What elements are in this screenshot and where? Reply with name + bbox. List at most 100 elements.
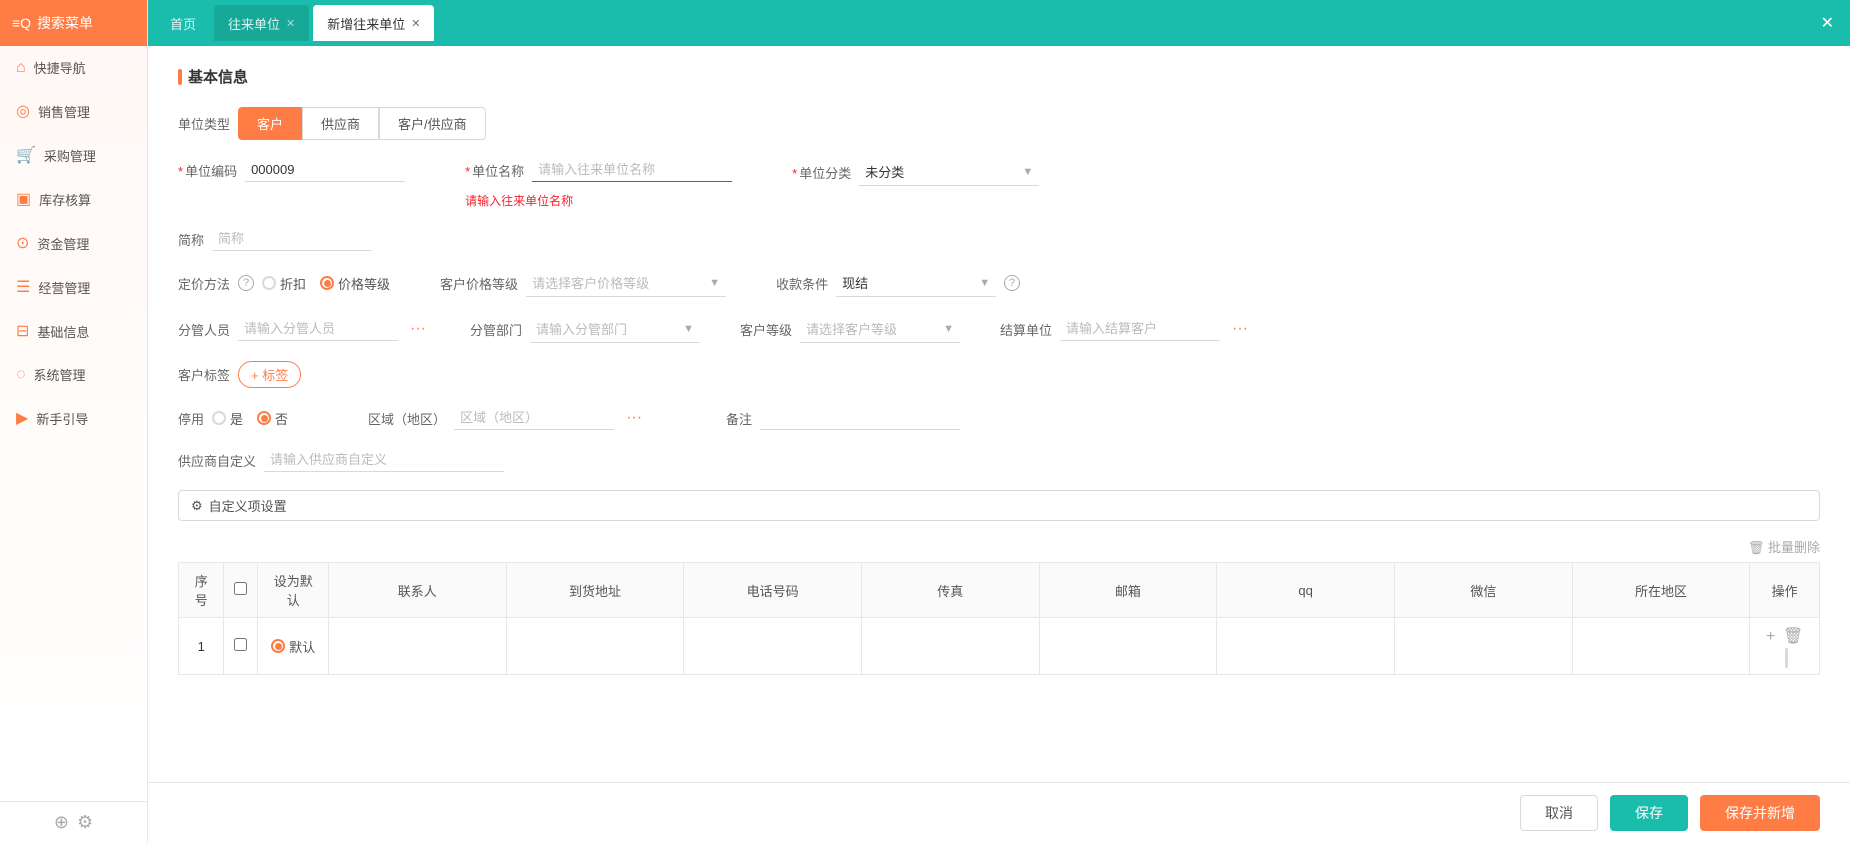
sidebar-search[interactable]: ≡Q 搜索菜单 [0,0,147,46]
tab-home[interactable]: 首页 [156,5,210,41]
cancel-button[interactable]: 取消 [1520,795,1598,831]
scroll-handle[interactable] [1785,648,1788,668]
type-btn-customer[interactable]: 客户 [238,107,302,140]
supplier-custom-row: 供应商自定义 [178,448,1820,472]
guide-icon: ▶ [16,408,28,428]
sidebar-item-quick-nav[interactable]: ⌂ 快捷导航 [0,46,147,89]
sidebar-item-inventory[interactable]: ▣ 库存核算 [0,177,147,221]
radio-no[interactable]: 否 [257,409,288,428]
payment-terms-select[interactable]: 现结 ▼ [836,269,996,297]
save-and-new-button[interactable]: 保存并新增 [1700,795,1820,831]
save-button[interactable]: 保存 [1610,795,1688,831]
gear-icon: ⚙ [191,498,203,514]
contact-input[interactable] [339,639,496,654]
sidebar-item-sales[interactable]: ◎ 销售管理 [0,89,147,133]
col-phone: 电话号码 [684,563,862,618]
col-checkbox[interactable] [224,563,258,618]
department-select[interactable]: 请输入分管部门 ▼ [530,315,700,343]
settlement-unit-input[interactable] [1060,317,1220,341]
row-wechat[interactable] [1395,618,1573,675]
batch-delete-btn[interactable]: 🗑 批量删除 [178,537,1820,556]
row-qq[interactable] [1217,618,1395,675]
settlement-more-btn[interactable]: ··· [1228,320,1252,338]
sidebar-item-label: 资金管理 [37,234,89,253]
phone-input[interactable] [694,639,851,654]
sidebar-item-operations[interactable]: ☰ 经营管理 [0,265,147,309]
customer-price-level-label: 客户价格等级 [440,274,518,293]
add-tag-label: + 标签 [251,365,288,384]
delete-row-btn[interactable]: 🗑 [1781,624,1805,648]
tab-partners-close[interactable]: ✕ [286,17,295,30]
region-input[interactable] [454,406,614,430]
close-all-tabs[interactable]: ✕ [1813,9,1842,37]
unit-code-input[interactable] [245,158,405,182]
row-fax[interactable] [861,618,1039,675]
radio-discount[interactable]: 折扣 [262,274,306,293]
sidebar-item-guide[interactable]: ▶ 新手引导 [0,396,147,440]
chevron-down-icon: ▼ [979,277,990,289]
radio-price-level[interactable]: 价格等级 [320,274,390,293]
sidebar-settings-icon[interactable]: ⚙ [77,812,93,833]
manager-input[interactable] [238,317,398,341]
radio-no-label: 否 [275,409,288,428]
settlement-unit-label: 结算单位 [1000,320,1052,339]
qq-input[interactable] [1227,639,1384,654]
unit-category-select[interactable]: 未分类 ▼ [859,158,1039,186]
tab-new-partner[interactable]: 新增往来单位 ✕ [313,5,434,41]
disabled-label: 停用 [178,409,204,428]
pricing-help-icon[interactable]: ? [238,275,254,291]
type-btn-supplier[interactable]: 供应商 [302,107,379,140]
row-checkbox[interactable] [224,618,258,675]
add-row-btn[interactable]: + [1764,626,1777,648]
tab-new-partner-close[interactable]: ✕ [411,17,420,30]
custom-settings-btn[interactable]: ⚙ 自定义项设置 [178,490,1820,521]
sidebar-item-system[interactable]: ◌ 系统管理 [0,353,147,396]
row-contact[interactable] [328,618,506,675]
shortname-row: 简称 [178,227,1820,251]
payment-terms-field: 收款条件 现结 ▼ ? [776,269,1020,297]
customer-price-level-select[interactable]: 请选择客户价格等级 ▼ [526,269,726,297]
sidebar-item-purchase[interactable]: 🛒 采购管理 [0,133,147,177]
wechat-input[interactable] [1405,639,1562,654]
row-select-checkbox[interactable] [234,638,247,651]
customer-tag-field: 客户标签 + 标签 [178,361,301,388]
row-region[interactable] [1572,618,1750,675]
sidebar-footer: ⊕ ⚙ [0,801,147,843]
row-email[interactable] [1039,618,1217,675]
select-all-checkbox[interactable] [234,582,247,595]
sidebar-item-finance[interactable]: ⊙ 资金管理 [0,221,147,265]
remark-label: 备注 [726,409,752,428]
tab-partners[interactable]: 往来单位 ✕ [214,5,309,41]
sidebar-item-basic-info[interactable]: ⊟ 基础信息 [0,309,147,353]
section-basic-info: 基本信息 [178,66,1820,87]
address-input[interactable] [517,639,674,654]
remark-input[interactable] [760,406,960,430]
add-tag-btn[interactable]: + 标签 [238,361,301,388]
manager-more-btn[interactable]: ··· [406,320,430,338]
row-phone[interactable] [684,618,862,675]
unit-type-buttons: 客户 供应商 客户/供应商 [238,107,486,140]
customer-level-label: 客户等级 [740,320,792,339]
radio-yes[interactable]: 是 [212,409,243,428]
radio-discount-circle [262,276,276,290]
fax-input[interactable] [872,639,1029,654]
row-default-radio[interactable]: 默认 [268,637,318,656]
type-btn-both[interactable]: 客户/供应商 [379,107,486,140]
short-name-label: 简称 [178,230,204,249]
row-address[interactable] [506,618,684,675]
unit-name-input[interactable] [532,158,732,182]
region-more-btn[interactable]: ··· [622,409,646,427]
form-content: 基本信息 单位类型 客户 供应商 客户/供应商 *单位编码 *单位名称 [148,46,1850,782]
region-field: 区域（地区） ··· [368,406,646,430]
search-icon: ≡Q [12,15,31,31]
sidebar-collapse-icon[interactable]: ⊕ [54,812,69,833]
region-input[interactable] [1583,639,1740,654]
short-name-input[interactable] [212,227,372,251]
unit-code-label: *单位编码 [178,161,237,180]
customer-level-select[interactable]: 请选择客户等级 ▼ [800,315,960,343]
supplier-custom-input[interactable] [264,448,504,472]
sidebar-item-label: 采购管理 [44,146,96,165]
department-label: 分管部门 [470,320,522,339]
payment-help-icon[interactable]: ? [1004,275,1020,291]
email-input[interactable] [1050,639,1207,654]
